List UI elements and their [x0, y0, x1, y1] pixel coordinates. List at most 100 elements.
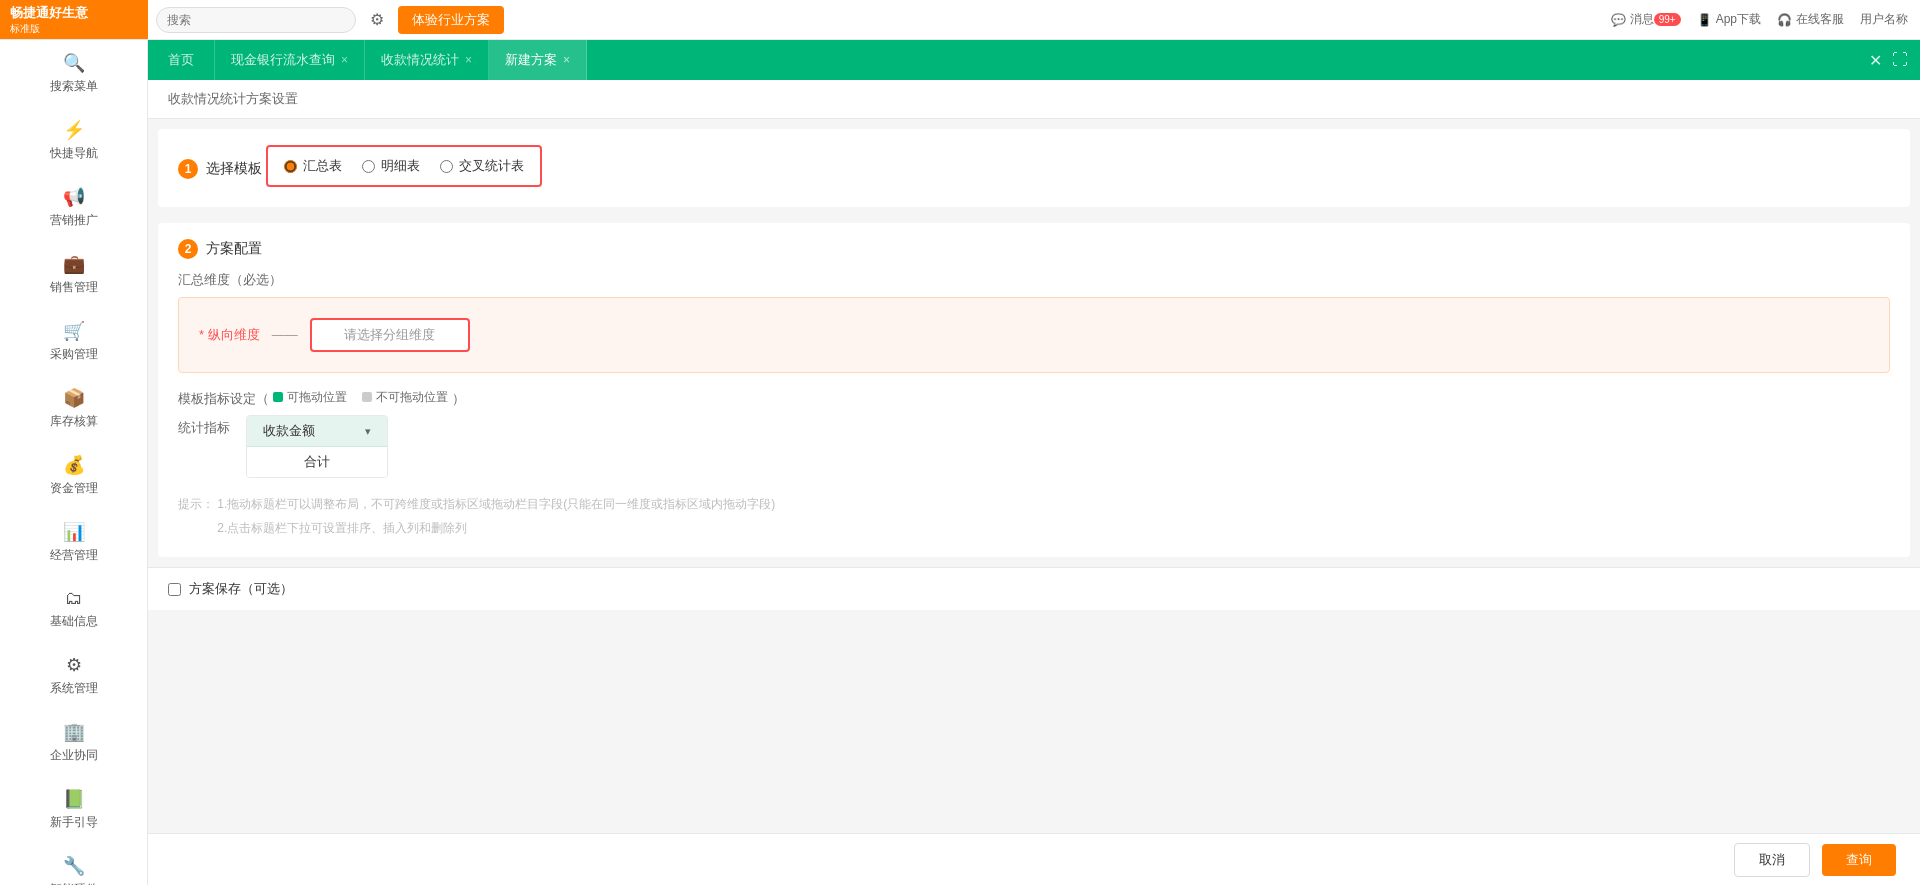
- dimension-arrow: ——: [272, 327, 298, 342]
- inventory-icon: 📦: [63, 387, 85, 409]
- radio-cross-label: 交叉统计表: [459, 157, 524, 175]
- quicknav-icon: ⚡: [63, 119, 85, 141]
- sidebar-item-label: 采购管理: [50, 346, 98, 363]
- sidebar-item-operations[interactable]: 📊 经营管理: [0, 509, 147, 576]
- sidebar-item-marketing[interactable]: 📢 营销推广: [0, 174, 147, 241]
- tab-home[interactable]: 首页: [148, 40, 215, 80]
- nodrag-indicator-dot: [362, 392, 372, 402]
- gear-button[interactable]: ⚙: [364, 7, 390, 33]
- dimension-area: * 纵向维度 —— 请选择分组维度: [178, 297, 1890, 373]
- guide-icon: 📗: [63, 788, 85, 810]
- tab-receipt-stats[interactable]: 收款情况统计 ×: [365, 40, 489, 80]
- sidebar-item-label: 库存核算: [50, 413, 98, 430]
- metrics-total-cell: 合计: [247, 447, 387, 477]
- user-item[interactable]: 用户名称: [1860, 11, 1908, 28]
- page-content: 收款情况统计方案设置 1 选择模板 汇总表 明: [148, 80, 1920, 885]
- tab-home-label: 首页: [168, 51, 194, 69]
- sidebar-item-label: 企业协同: [50, 747, 98, 764]
- tab-receipt-stats-label: 收款情况统计: [381, 51, 459, 69]
- step2-text: 方案配置: [206, 240, 262, 258]
- dimension-title: 汇总维度（必选）: [178, 271, 1890, 289]
- logo-text: 畅捷通好生意: [10, 4, 88, 22]
- radio-summary-label: 汇总表: [303, 157, 342, 175]
- stats-label: 统计指标: [178, 415, 230, 437]
- tab-new-plan-label: 新建方案: [505, 51, 557, 69]
- tab-bar: 首页 现金银行流水查询 × 收款情况统计 × 新建方案 × ✕ ⛶: [148, 40, 1920, 80]
- user-name: 用户名称: [1860, 11, 1908, 28]
- sidebar-item-label: 资金管理: [50, 480, 98, 497]
- tab-receipt-stats-close[interactable]: ×: [465, 53, 472, 67]
- sidebar-item-label: 新手引导: [50, 814, 98, 831]
- main-layout: 🔍 搜索菜单 ⚡ 快捷导航 📢 营销推广 💼 销售管理 🛒 采购管理 📦 库存核…: [0, 40, 1920, 885]
- sidebar-item-finance[interactable]: 💰 资金管理: [0, 442, 147, 509]
- save-label: 方案保存（可选）: [189, 580, 293, 598]
- sales-icon: 💼: [63, 253, 85, 275]
- sidebar-item-hardware[interactable]: 🔧 智能硬件: [0, 843, 147, 885]
- tab-cash-flow-close[interactable]: ×: [341, 53, 348, 67]
- sidebar-item-inventory[interactable]: 📦 库存核算: [0, 375, 147, 442]
- page-title: 收款情况统计方案设置: [168, 91, 298, 106]
- drag-label: 可拖动位置: [287, 389, 347, 406]
- save-checkbox[interactable]: [168, 583, 181, 596]
- sidebar-item-search[interactable]: 🔍 搜索菜单: [0, 40, 147, 107]
- sidebar-item-purchase[interactable]: 🛒 采购管理: [0, 308, 147, 375]
- download-item[interactable]: 📱 App下载: [1697, 11, 1761, 28]
- tab-cash-flow[interactable]: 现金银行流水查询 ×: [215, 40, 365, 80]
- search-icon: 🔍: [63, 52, 85, 74]
- basic-icon: 🗂: [65, 588, 83, 609]
- drag-indicator-dot: [273, 392, 283, 402]
- metrics-chevron-icon[interactable]: ▾: [365, 425, 371, 438]
- sidebar-item-label: 搜索菜单: [50, 78, 98, 95]
- sidebar-item-quicknav[interactable]: ⚡ 快捷导航: [0, 107, 147, 174]
- step2-number: 2: [178, 239, 198, 259]
- sidebar-item-guide[interactable]: 📗 新手引导: [0, 776, 147, 843]
- radio-summary-input[interactable]: [284, 160, 297, 173]
- radio-summary[interactable]: 汇总表: [284, 157, 342, 175]
- radio-cross-input[interactable]: [440, 160, 453, 173]
- sidebar: 🔍 搜索菜单 ⚡ 快捷导航 📢 营销推广 💼 销售管理 🛒 采购管理 📦 库存核…: [0, 40, 148, 885]
- header-right: 💬 消息 99+ 📱 App下载 🎧 在线客服 用户名称: [1611, 11, 1908, 28]
- sidebar-item-label: 系统管理: [50, 680, 98, 697]
- cancel-button[interactable]: 取消: [1734, 843, 1810, 877]
- radio-detail[interactable]: 明细表: [362, 157, 420, 175]
- template-section: 1 选择模板 汇总表 明细表: [158, 129, 1910, 207]
- tab-new-plan[interactable]: 新建方案 ×: [489, 40, 587, 80]
- save-checkbox-row: 方案保存（可选）: [168, 580, 1900, 598]
- trial-button[interactable]: 体验行业方案: [398, 6, 504, 34]
- search-input[interactable]: [156, 7, 356, 33]
- logo-sub: 标准版: [10, 22, 88, 36]
- sidebar-item-label: 营销推广: [50, 212, 98, 229]
- query-button[interactable]: 查询: [1822, 844, 1896, 876]
- sidebar-item-system[interactable]: ⚙ 系统管理: [0, 642, 147, 709]
- step1-number: 1: [178, 159, 198, 179]
- header-search: ⚙ 体验行业方案: [156, 6, 1603, 34]
- hint-line-1: 提示： 1.拖动标题栏可以调整布局，不可跨维度或指标区域拖动栏目字段(只能在同一…: [178, 494, 1890, 516]
- hint-line-2: 2.点击标题栏下拉可设置排序、插入列和删除列: [178, 518, 1890, 540]
- system-icon: ⚙: [66, 654, 82, 676]
- radio-group: 汇总表 明细表 交叉统计表: [284, 157, 524, 175]
- radio-cross[interactable]: 交叉统计表: [440, 157, 524, 175]
- sidebar-item-collab[interactable]: 🏢 企业协同: [0, 709, 147, 776]
- message-icon: 💬: [1611, 13, 1626, 27]
- template-radio-group: 汇总表 明细表 交叉统计表: [266, 145, 542, 187]
- radio-detail-label: 明细表: [381, 157, 420, 175]
- message-item[interactable]: 💬 消息 99+: [1611, 11, 1681, 28]
- message-label: 消息: [1630, 11, 1654, 28]
- column-header-label: 收款金额: [263, 422, 315, 440]
- metrics-header[interactable]: 收款金额 ▾: [247, 416, 387, 447]
- tab-new-plan-close[interactable]: ×: [563, 53, 570, 67]
- service-item[interactable]: 🎧 在线客服: [1777, 11, 1844, 28]
- sidebar-item-sales[interactable]: 💼 销售管理: [0, 241, 147, 308]
- tab-expand-button[interactable]: ⛶: [1892, 51, 1908, 69]
- tab-close-all-button[interactable]: ✕: [1869, 51, 1882, 70]
- sidebar-item-basic[interactable]: 🗂 基础信息: [0, 576, 147, 642]
- tab-cash-flow-label: 现金银行流水查询: [231, 51, 335, 69]
- dimension-placeholder[interactable]: 请选择分组维度: [310, 318, 470, 352]
- sidebar-item-label: 销售管理: [50, 279, 98, 296]
- sidebar-item-label: 经营管理: [50, 547, 98, 564]
- radio-detail-input[interactable]: [362, 160, 375, 173]
- content-area: 首页 现金银行流水查询 × 收款情况统计 × 新建方案 × ✕ ⛶ 收: [148, 40, 1920, 885]
- operations-icon: 📊: [63, 521, 85, 543]
- page-header: 收款情况统计方案设置: [148, 80, 1920, 119]
- sidebar-item-label: 基础信息: [50, 613, 98, 630]
